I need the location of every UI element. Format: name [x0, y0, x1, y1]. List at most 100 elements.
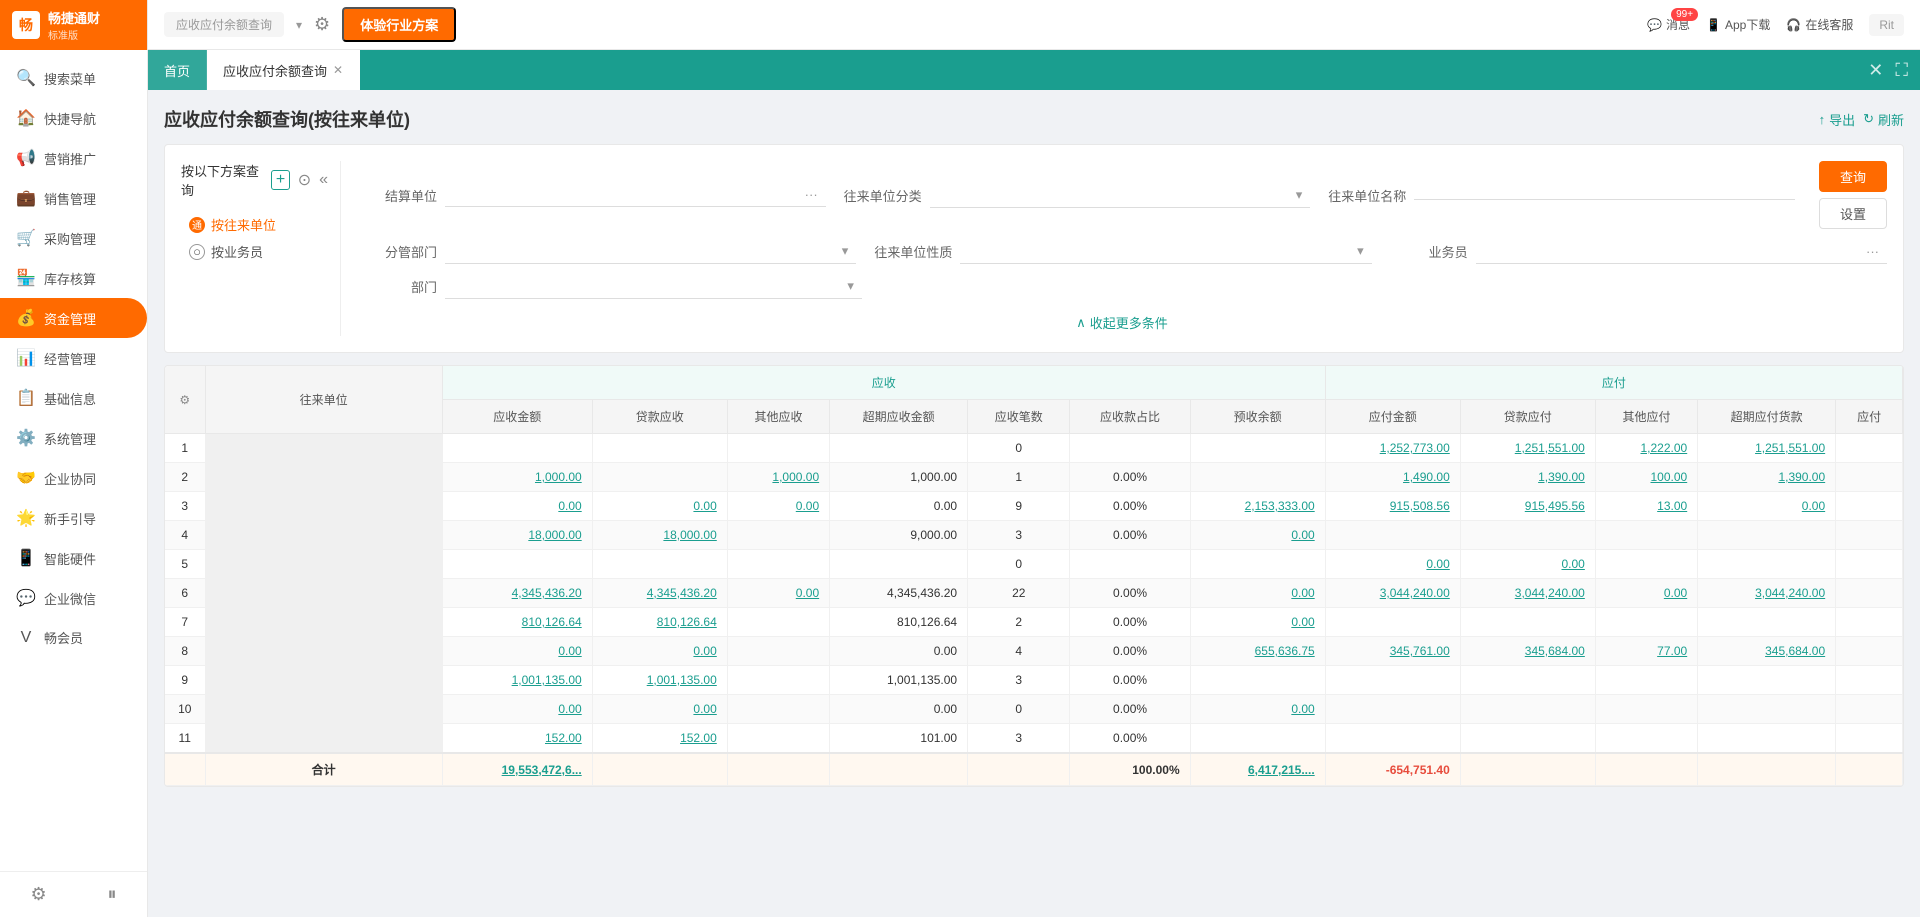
- sidebar-label-search: 搜索菜单: [44, 69, 96, 88]
- dept-manage-label: 分管部门: [357, 242, 437, 261]
- guide-icon: 🌟: [16, 508, 36, 528]
- tab-home[interactable]: 首页: [148, 50, 207, 90]
- filter-area: 按以下方案查询 + ⊙ « 通 按往来单位 ○ 按业务员: [164, 144, 1904, 353]
- partner-name-label: 往来单位名称: [1326, 186, 1406, 205]
- total-row: 合计 19,553,472,6... 100.00% 6,417,215....…: [165, 753, 1903, 786]
- settings-button[interactable]: 设置: [1819, 198, 1887, 229]
- sidebar-item-basic[interactable]: 📋 基础信息: [0, 378, 147, 418]
- export-button[interactable]: ↑ 导出: [1819, 110, 1856, 129]
- filter-fields: 结算单位 ··· 往来单位分类 ▾ 往来单位名称: [357, 161, 1887, 336]
- query-button[interactable]: 查询: [1819, 161, 1887, 192]
- page-actions: ↑ 导出 ↻ 刷新: [1819, 110, 1904, 129]
- sidebar-item-wechat[interactable]: 💬 企业微信: [0, 578, 147, 618]
- collapse-icon[interactable]: ⏸: [108, 884, 117, 905]
- header-gear-icon[interactable]: ⚙: [314, 14, 330, 35]
- th-pay-amount: 应付金额: [1325, 400, 1460, 434]
- online-service-button[interactable]: 🎧 在线客服: [1786, 16, 1853, 33]
- sidebar-label-member: 畅会员: [44, 628, 83, 647]
- scheme-clock-icon: ○: [189, 244, 205, 260]
- sidebar-item-finance[interactable]: 💰 资金管理: [0, 298, 147, 338]
- purchase-icon: 🛒: [16, 228, 36, 248]
- filter-collapse-icon[interactable]: «: [319, 171, 328, 189]
- sidebar-item-guide[interactable]: 🌟 新手引导: [0, 498, 147, 538]
- settings-icon[interactable]: ⚙: [30, 884, 46, 905]
- table-row: 91,001,135.001,001,135.001,001,135.0030.…: [165, 666, 1903, 695]
- finance-icon: 💰: [16, 308, 36, 328]
- th-pay-other: 其他应付: [1595, 400, 1697, 434]
- sidebar-item-inventory[interactable]: 🏪 库存核算: [0, 258, 147, 298]
- th-pay-overdue: 超期应付货款: [1698, 400, 1836, 434]
- scheme-by-partner[interactable]: 通 按往来单位: [181, 211, 328, 238]
- tab-close-icon[interactable]: ✕: [333, 63, 343, 77]
- table-row: 418,000.0018,000.009,000.0030.00%0.00: [165, 521, 1903, 550]
- refresh-button[interactable]: ↻ 刷新: [1863, 110, 1904, 129]
- sidebar-item-system[interactable]: ⚙️ 系统管理: [0, 418, 147, 458]
- partner-category-input[interactable]: ▾: [930, 183, 1311, 208]
- partner-nature-input[interactable]: ▾: [960, 239, 1371, 264]
- filter-dept: 部门 ▾: [357, 274, 862, 299]
- partner-cell: [205, 695, 442, 724]
- total-label: 合计: [205, 753, 442, 786]
- filter-settings-icon[interactable]: ⊙: [298, 170, 311, 190]
- marketing-icon: 📢: [16, 148, 36, 168]
- sidebar-item-sales[interactable]: 💼 销售管理: [0, 178, 147, 218]
- sidebar-logo: 畅 畅捷通财 标准版: [0, 0, 147, 50]
- filter-dept-manage: 分管部门 ▾: [357, 239, 856, 264]
- tab-balance[interactable]: 应收应付余额查询 ✕: [207, 50, 360, 90]
- sidebar-item-collab[interactable]: 🤝 企业协同: [0, 458, 147, 498]
- settlement-unit-label: 结算单位: [357, 186, 437, 205]
- filter-label: 按以下方案查询: [181, 161, 263, 199]
- tab-home-label: 首页: [164, 61, 190, 80]
- scheme-by-staff[interactable]: ○ 按业务员: [181, 238, 328, 265]
- tabbar-close-icon[interactable]: ✕: [1868, 60, 1883, 81]
- filter-partner-nature: 往来单位性质 ▾: [872, 239, 1371, 264]
- sidebar-item-shortcut[interactable]: 🏠 快捷导航: [0, 98, 147, 138]
- partner-cell: [205, 434, 442, 463]
- sidebar-item-search[interactable]: 🔍 搜索菜单: [0, 58, 147, 98]
- tabbar-expand-icon[interactable]: ⛶: [1895, 60, 1908, 81]
- th-pay-suffix: 应付: [1836, 400, 1903, 434]
- partner-cell: [205, 463, 442, 492]
- filter-add-button[interactable]: +: [271, 170, 289, 190]
- sidebar-item-marketing[interactable]: 📢 营销推广: [0, 138, 147, 178]
- th-rec-other: 其他应收: [727, 400, 829, 434]
- filter-row-3: 部门 ▾: [357, 274, 1887, 299]
- basic-icon: 📋: [16, 388, 36, 408]
- th-pay-loan: 贷款应付: [1460, 400, 1595, 434]
- member-icon: V: [16, 629, 36, 647]
- sidebar-label-marketing: 营销推广: [44, 149, 96, 168]
- header-arrow-icon[interactable]: ▾: [296, 18, 302, 32]
- partner-category-label: 往来单位分类: [842, 186, 922, 205]
- dept-manage-input[interactable]: ▾: [445, 239, 856, 264]
- salesperson-input[interactable]: ···: [1476, 240, 1887, 264]
- collab-icon: 🤝: [16, 468, 36, 488]
- promo-button[interactable]: 体验行业方案: [342, 7, 456, 42]
- table-gear-icon[interactable]: ⚙: [179, 393, 190, 407]
- action-buttons: 查询 设置: [1819, 161, 1887, 229]
- sidebar-item-hardware[interactable]: 📱 智能硬件: [0, 538, 147, 578]
- dept-input[interactable]: ▾: [445, 274, 862, 299]
- sidebar-item-member[interactable]: V 畅会员: [0, 618, 147, 657]
- user-info[interactable]: Rit: [1869, 14, 1904, 36]
- partner-name-input[interactable]: [1414, 191, 1795, 200]
- sidebar-label-basic: 基础信息: [44, 389, 96, 408]
- table-row: 100.000.000.0000.00%0.00: [165, 695, 1903, 724]
- total-rec-pre[interactable]: 6,417,215....: [1190, 753, 1325, 786]
- partner-cell: [205, 579, 442, 608]
- sidebar-item-operation[interactable]: 📊 经营管理: [0, 338, 147, 378]
- sidebar-label-collab: 企业协同: [44, 469, 96, 488]
- total-rec-amount[interactable]: 19,553,472,6...: [442, 753, 592, 786]
- th-rec-amount: 应收金额: [442, 400, 592, 434]
- partner-nature-label: 往来单位性质: [872, 242, 952, 261]
- partner-cell: [205, 666, 442, 695]
- sidebar-label-inventory: 库存核算: [44, 269, 96, 288]
- message-button[interactable]: 💬 消息 99+: [1647, 16, 1690, 33]
- sidebar-label-purchase: 采购管理: [44, 229, 96, 248]
- sidebar-nav: 🔍 搜索菜单🏠 快捷导航📢 营销推广💼 销售管理🛒 采购管理🏪 库存核算💰 资金…: [0, 50, 147, 871]
- sidebar-item-purchase[interactable]: 🛒 采购管理: [0, 218, 147, 258]
- main-content: 应收应付余额查询(按往来单位) ↑ 导出 ↻ 刷新 按以下方案查询: [148, 90, 1920, 917]
- refresh-icon: ↻: [1863, 111, 1874, 127]
- filter-more-button[interactable]: ∧ 收起更多条件: [357, 309, 1887, 336]
- settlement-unit-input[interactable]: ···: [445, 183, 826, 207]
- app-download-button[interactable]: 📱 App下载: [1706, 16, 1770, 33]
